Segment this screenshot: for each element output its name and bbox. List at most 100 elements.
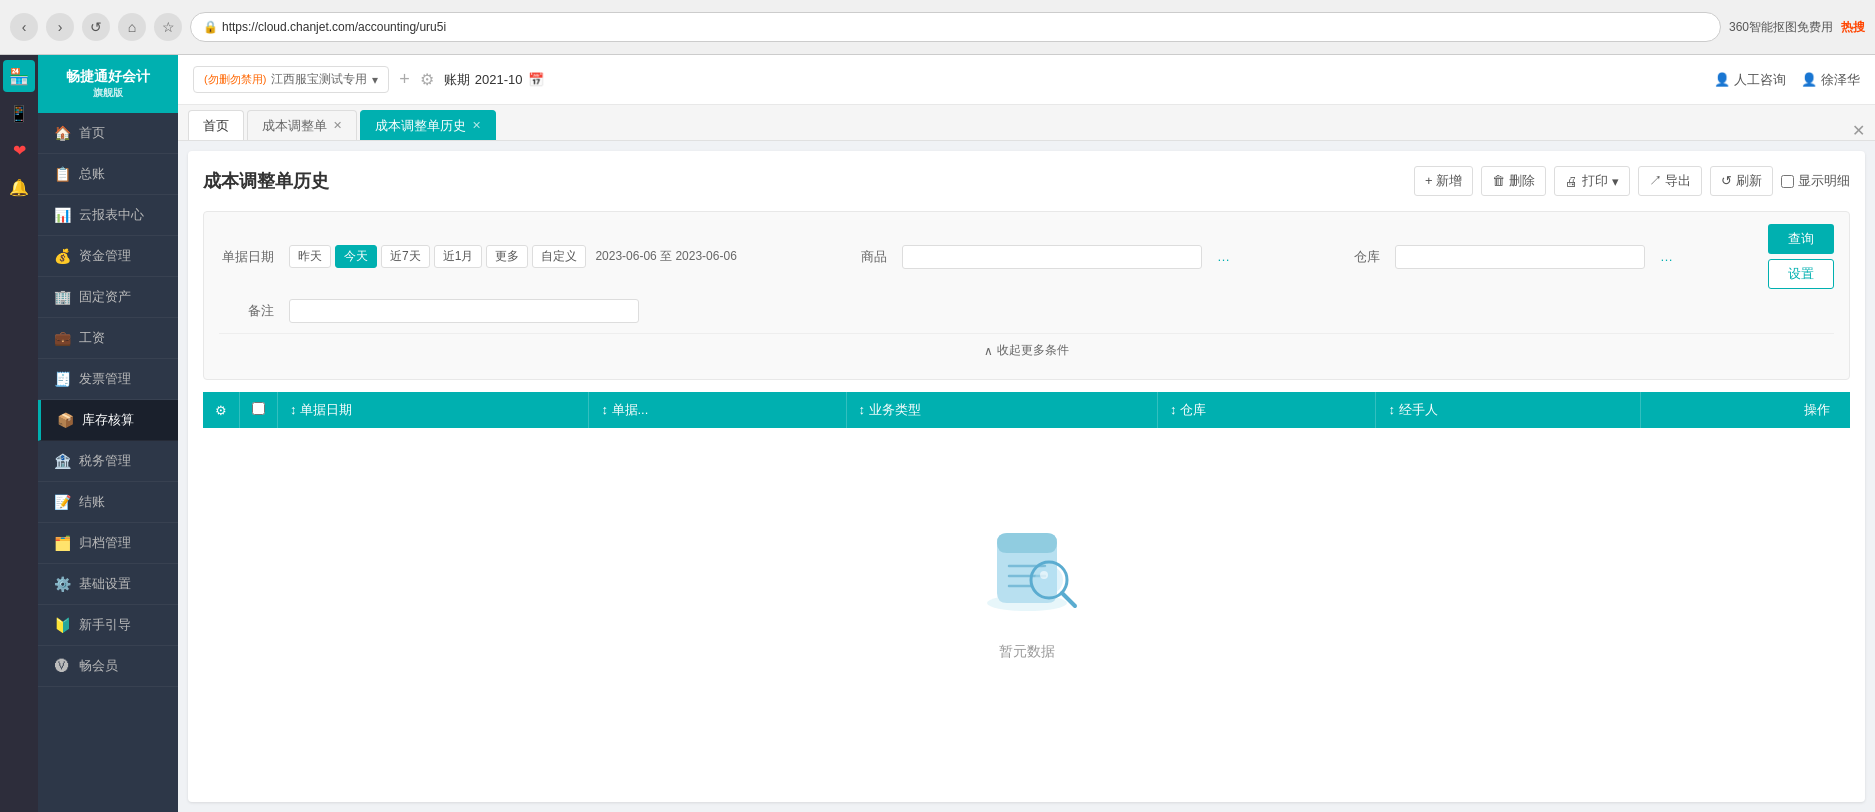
sidebar-item-salary[interactable]: 💼 工资 [38, 318, 178, 359]
note-input[interactable] [289, 299, 639, 323]
sidebar-item-inventory[interactable]: 📦 库存核算 [38, 400, 178, 441]
back-button[interactable]: ‹ [10, 13, 38, 41]
service-icon: 👤 [1714, 72, 1730, 87]
sidebar-label-salary: 工资 [79, 329, 105, 347]
star-button[interactable]: ☆ [154, 13, 182, 41]
sidebar-item-ledger[interactable]: 📋 总账 [38, 154, 178, 195]
tax-icon: 🏦 [53, 453, 71, 469]
sidebar-item-member[interactable]: 🅥 畅会员 [38, 646, 178, 687]
url-bar[interactable]: 🔒 https://cloud.chanjet.com/accounting/u… [190, 12, 1721, 42]
sidebar: 畅捷通好会计 旗舰版 🏠 首页 📋 总账 📊 云报表中心 💰 资金管理 🏢 固定… [38, 55, 178, 812]
yesterday-btn[interactable]: 昨天 [289, 245, 331, 268]
warehouse-input[interactable] [1395, 245, 1645, 269]
th-operator[interactable]: ↕ 经手人 [1376, 392, 1641, 428]
filter-row-note: 备注 [219, 299, 1834, 323]
sidebar-item-settings[interactable]: ⚙️ 基础设置 [38, 564, 178, 605]
sidebar-item-reports[interactable]: 📊 云报表中心 [38, 195, 178, 236]
query-button[interactable]: 查询 [1768, 224, 1834, 254]
refresh-button[interactable]: ↺ [82, 13, 110, 41]
th-biz-type[interactable]: ↕ 业务类型 [846, 392, 1157, 428]
data-table: ⚙ ↕ 单据日期 ↕ 单据... [203, 392, 1850, 741]
more-date-btn[interactable]: 更多 [486, 245, 528, 268]
tab-cost-adjust-history[interactable]: 成本调整单历史 ✕ [360, 110, 496, 140]
th-date[interactable]: ↕ 单据日期 [278, 392, 589, 428]
collapse-button[interactable]: ∧ 收起更多条件 [984, 342, 1069, 359]
collapse-chevron-icon: ∧ [984, 344, 993, 358]
sidebar-label-guide: 新手引导 [79, 616, 131, 634]
th-number-label: ↕ 单据... [601, 401, 648, 419]
icon-bar-item-4[interactable]: 🔔 [3, 171, 35, 203]
sidebar-item-invoice[interactable]: 🧾 发票管理 [38, 359, 178, 400]
top-bar: (勿删勿禁用) 江西服宝测试专用 ▾ + ⚙ 账期 2021-10 📅 👤 人工… [178, 55, 1875, 105]
th-operator-label: ↕ 经手人 [1388, 401, 1437, 419]
browser-tools: 360智能抠图免费用 热搜 [1729, 19, 1865, 36]
settings-icon: ⚙️ [53, 576, 71, 592]
date-quick-buttons: 昨天 今天 近7天 近1月 更多 自定义 2023-06-06 至 2023-0… [289, 245, 737, 268]
goods-more-btn[interactable]: … [1217, 249, 1230, 264]
company-selector[interactable]: (勿删勿禁用) 江西服宝测试专用 ▾ [193, 66, 389, 93]
refresh-button-page[interactable]: ↺ 刷新 [1710, 166, 1773, 196]
new-button[interactable]: + 新增 [1414, 166, 1473, 196]
print-dropdown-icon: ▾ [1612, 174, 1619, 189]
icon-bar-item-2[interactable]: 📱 [3, 97, 35, 129]
sidebar-item-funds[interactable]: 💰 资金管理 [38, 236, 178, 277]
invoice-icon: 🧾 [53, 371, 71, 387]
month1-btn[interactable]: 近1月 [434, 245, 483, 268]
th-warehouse[interactable]: ↕ 仓库 [1157, 392, 1375, 428]
add-tab-icon[interactable]: + [399, 69, 410, 90]
sidebar-label-ledger: 总账 [79, 165, 105, 183]
sidebar-label-inventory: 库存核算 [82, 411, 134, 429]
select-all-checkbox[interactable] [252, 402, 265, 415]
th-number[interactable]: ↕ 单据... [589, 392, 846, 428]
forward-button[interactable]: › [46, 13, 74, 41]
settings-circle-icon[interactable]: ⚙ [420, 70, 434, 89]
period-value: 2021-10 [475, 72, 523, 87]
tab-home[interactable]: 首页 [188, 110, 244, 140]
custom-date-btn[interactable]: 自定义 [532, 245, 586, 268]
warehouse-more-btn[interactable]: … [1660, 249, 1673, 264]
closing-icon: 📝 [53, 494, 71, 510]
export-button[interactable]: ↗ 导出 [1638, 166, 1703, 196]
sidebar-item-assets[interactable]: 🏢 固定资产 [38, 277, 178, 318]
sidebar-logo: 畅捷通好会计 旗舰版 [38, 55, 178, 113]
show-detail-checkbox[interactable]: 显示明细 [1781, 172, 1850, 190]
icon-bar-item-3[interactable]: ❤ [3, 134, 35, 166]
lock-icon: 🔒 [203, 20, 218, 34]
user-service[interactable]: 👤 人工咨询 [1714, 71, 1786, 89]
goods-input[interactable] [902, 245, 1202, 269]
th-gear[interactable]: ⚙ [203, 392, 240, 428]
page-content: 成本调整单历史 + 新增 🗑 删除 🖨 打印 ▾ ↗ 导出 ↺ 刷新 显示明细 [188, 151, 1865, 802]
home-icon: 🏠 [53, 125, 71, 141]
print-button[interactable]: 🖨 打印 ▾ [1554, 166, 1630, 196]
member-icon: 🅥 [53, 658, 71, 674]
ledger-icon: 📋 [53, 166, 71, 182]
week7-btn[interactable]: 近7天 [381, 245, 430, 268]
top-bar-right: 👤 人工咨询 👤 徐泽华 [1714, 71, 1860, 89]
page-header: 成本调整单历史 + 新增 🗑 删除 🖨 打印 ▾ ↗ 导出 ↺ 刷新 显示明细 [203, 166, 1850, 196]
top-bar-left: (勿删勿禁用) 江西服宝测试专用 ▾ + ⚙ 账期 2021-10 📅 [193, 66, 544, 93]
reports-icon: 📊 [53, 207, 71, 223]
company-warn: (勿删勿禁用) [204, 72, 266, 87]
tab-cost-adjust[interactable]: 成本调整单 ✕ [247, 110, 357, 140]
sidebar-item-closing[interactable]: 📝 结账 [38, 482, 178, 523]
sidebar-item-guide[interactable]: 🔰 新手引导 [38, 605, 178, 646]
tab-cost-adjust-close[interactable]: ✕ [333, 119, 342, 132]
close-all-icon[interactable]: ✕ [1852, 121, 1865, 140]
dropdown-arrow-icon: ▾ [372, 73, 378, 87]
home-button[interactable]: ⌂ [118, 13, 146, 41]
today-btn[interactable]: 今天 [335, 245, 377, 268]
icon-bar-active-item[interactable]: 🏪 [3, 60, 35, 92]
sidebar-item-tax[interactable]: 🏦 税务管理 [38, 441, 178, 482]
show-detail-input[interactable] [1781, 175, 1794, 188]
th-checkbox[interactable] [240, 392, 278, 428]
main-content: (勿删勿禁用) 江西服宝测试专用 ▾ + ⚙ 账期 2021-10 📅 👤 人工… [178, 55, 1875, 812]
goods-filter-label: 商品 [832, 248, 887, 266]
tab-cost-adjust-history-close[interactable]: ✕ [472, 119, 481, 132]
sidebar-label-closing: 结账 [79, 493, 105, 511]
sidebar-item-home[interactable]: 🏠 首页 [38, 113, 178, 154]
delete-button[interactable]: 🗑 删除 [1481, 166, 1546, 196]
filter-settings-button[interactable]: 设置 [1768, 259, 1834, 289]
sidebar-item-archive[interactable]: 🗂️ 归档管理 [38, 523, 178, 564]
user-info[interactable]: 👤 徐泽华 [1801, 71, 1860, 89]
calendar-icon[interactable]: 📅 [528, 72, 544, 87]
